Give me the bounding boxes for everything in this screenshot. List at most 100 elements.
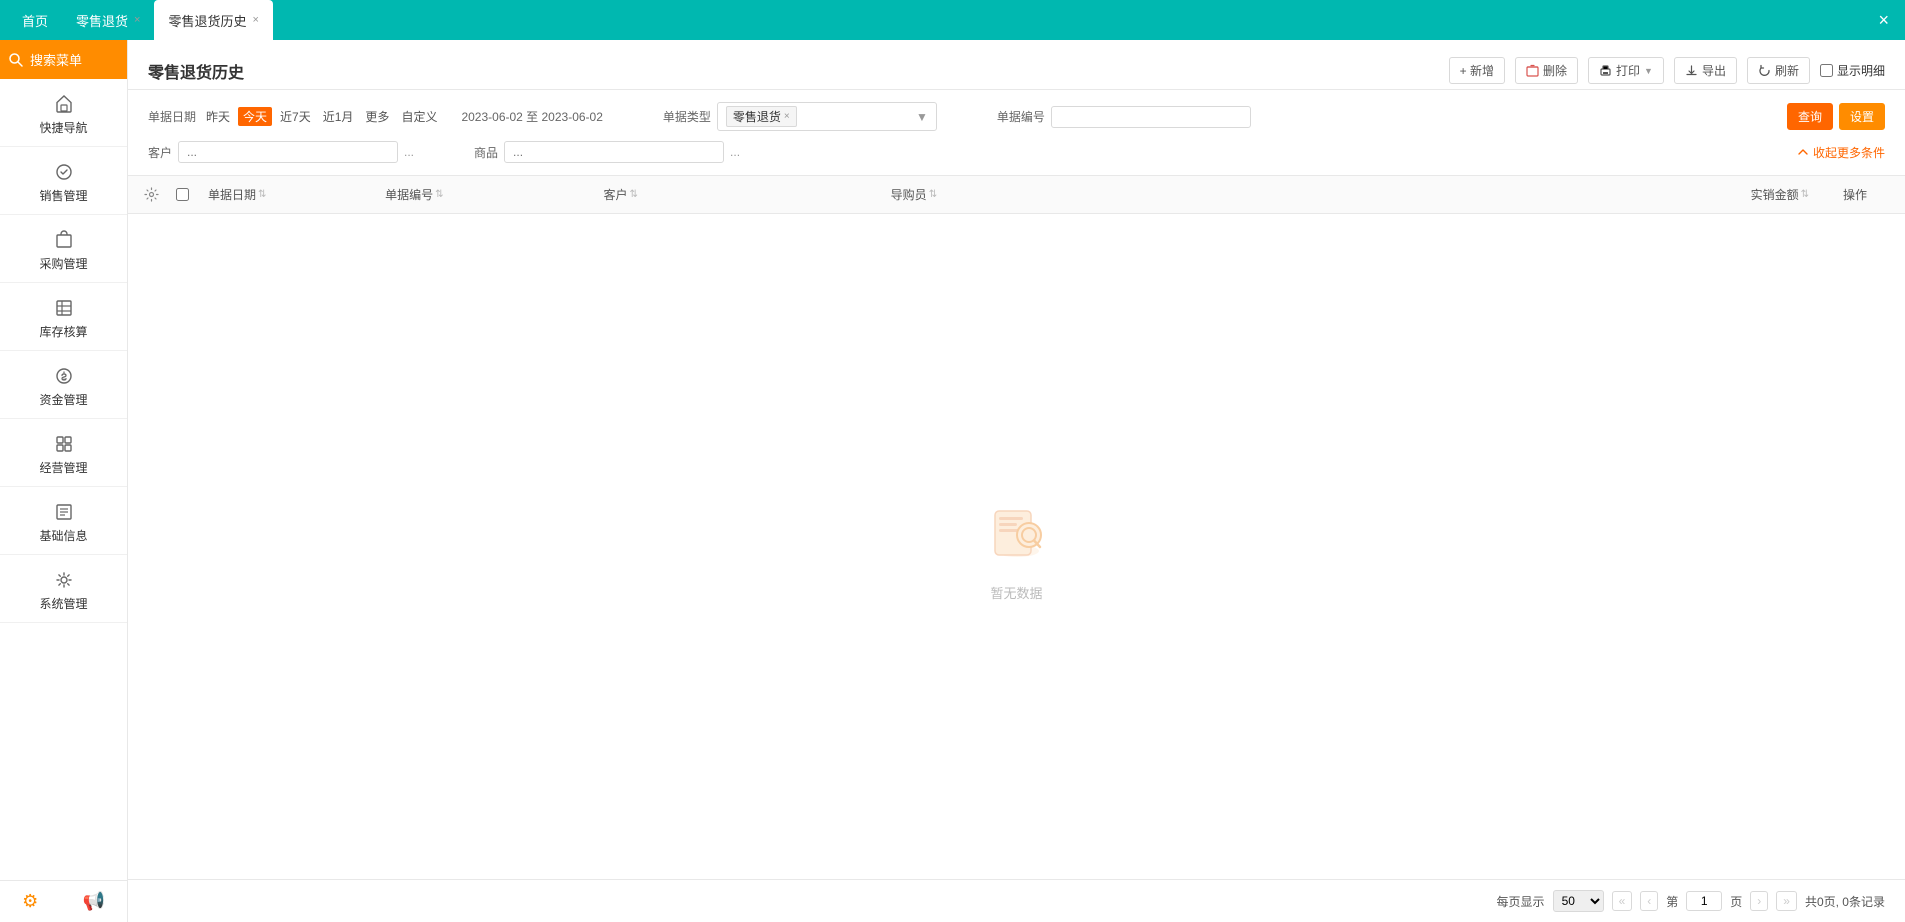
per-page-label: 每页显示: [1497, 893, 1545, 910]
bill-no-input[interactable]: [1051, 106, 1251, 128]
pagination-summary: 共0页, 0条记录: [1805, 893, 1885, 910]
bill-type-tag-close[interactable]: ×: [784, 111, 790, 122]
select-all-checkbox[interactable]: [176, 188, 189, 201]
window-close-button[interactable]: ×: [1870, 10, 1897, 31]
delete-button[interactable]: 删除: [1515, 57, 1578, 84]
customer-dots[interactable]: ...: [404, 145, 414, 159]
date-opt-1month[interactable]: 近1月: [319, 107, 358, 126]
date-opt-7days[interactable]: 近7天: [276, 107, 315, 126]
header-actions: + 新增 删除 打印 ▼ 导出 刷新: [1449, 57, 1885, 84]
first-page-button[interactable]: «: [1612, 891, 1633, 911]
filter-area: 单据日期 昨天 今天 近7天 近1月 更多 自定义 2023-06-02 至 2…: [128, 90, 1905, 176]
home-icon: [53, 93, 75, 115]
sidebar-item-finance[interactable]: 资金管理: [0, 351, 127, 419]
tab-retail-return-history[interactable]: 零售退货历史 ×: [154, 0, 272, 40]
sidebar-search-label: 搜索菜单: [30, 50, 82, 69]
finance-icon: [53, 365, 75, 387]
basic-info-icon: [53, 501, 75, 523]
th-bill-no[interactable]: 单据编号 ⇅: [379, 178, 597, 211]
filter-row-1: 单据日期 昨天 今天 近7天 近1月 更多 自定义 2023-06-02 至 2…: [148, 102, 1885, 131]
th-date[interactable]: 单据日期 ⇅: [202, 178, 379, 211]
export-button-label: 导出: [1702, 62, 1726, 79]
tab-retail-return-history-close[interactable]: ×: [252, 14, 258, 26]
top-bar: 首页 零售退货 × 零售退货历史 × ×: [0, 0, 1905, 40]
tab-retail-return-label: 零售退货: [76, 11, 128, 30]
prev-page-button[interactable]: ‹: [1640, 891, 1658, 911]
tab-retail-return[interactable]: 零售退货 ×: [62, 0, 154, 40]
sidebar-speaker-icon[interactable]: 📢: [82, 891, 104, 912]
th-amount[interactable]: 实销金额 ⇅: [1665, 178, 1815, 211]
sidebar-item-quick-nav[interactable]: 快捷导航: [0, 79, 127, 147]
tab-home-label: 首页: [22, 11, 48, 30]
inventory-icon: [53, 297, 75, 319]
sidebar-search[interactable]: 搜索菜单: [0, 40, 127, 79]
refresh-button[interactable]: 刷新: [1747, 57, 1810, 84]
sidebar-item-purchase-mgmt[interactable]: 采购管理: [0, 215, 127, 283]
goods-dots[interactable]: ...: [730, 145, 740, 159]
empty-icon: [977, 491, 1057, 571]
th-checkbox[interactable]: [170, 180, 202, 209]
th-guide[interactable]: 导购员 ⇅: [885, 178, 1103, 211]
date-opt-today[interactable]: 今天: [238, 107, 272, 126]
sidebar-item-system-mgmt-label: 系统管理: [39, 595, 87, 612]
refresh-button-label: 刷新: [1775, 62, 1799, 79]
date-opt-custom[interactable]: 自定义: [397, 107, 441, 126]
empty-text: 暂无数据: [990, 583, 1042, 602]
date-opt-more[interactable]: 更多: [361, 107, 393, 126]
th-action-label: 操作: [1843, 186, 1867, 203]
page-title: 零售退货历史: [148, 59, 244, 83]
add-button[interactable]: + 新增: [1449, 57, 1505, 84]
settings-button[interactable]: 设置: [1839, 103, 1885, 130]
th-guide-label: 导购员: [891, 186, 927, 203]
tab-home[interactable]: 首页: [8, 0, 62, 40]
goods-label: 商品: [474, 144, 498, 161]
date-filter: 单据日期 昨天 今天 近7天 近1月 更多 自定义: [148, 107, 441, 126]
date-range-value: 2023-06-02 至 2023-06-02: [461, 108, 602, 125]
th-settings[interactable]: [138, 179, 170, 210]
bill-type-label: 单据类型: [663, 108, 711, 125]
collapse-button-label: 收起更多条件: [1813, 144, 1885, 161]
sidebar-item-sales-mgmt[interactable]: 销售管理: [0, 147, 127, 215]
last-page-button[interactable]: »: [1776, 891, 1797, 911]
customer-input[interactable]: [178, 141, 398, 163]
bill-type-tag-label: 零售退货: [733, 108, 781, 125]
per-page-select[interactable]: 50 10 20 100: [1553, 890, 1604, 912]
export-button[interactable]: 导出: [1674, 57, 1737, 84]
purchase-icon: [53, 229, 75, 251]
sidebar-item-basic-info[interactable]: 基础信息: [0, 487, 127, 555]
sidebar-bottom: ⚙ 📢: [0, 880, 127, 922]
tab-retail-return-close[interactable]: ×: [134, 14, 140, 26]
page-number-input[interactable]: 1: [1686, 891, 1722, 911]
print-button[interactable]: 打印 ▼: [1588, 57, 1664, 84]
content-area: 零售退货历史 + 新增 删除 打印 ▼ 导出 刷新: [128, 40, 1905, 922]
sidebar-item-system-mgmt[interactable]: 系统管理: [0, 555, 127, 623]
sidebar-item-purchase-mgmt-label: 采购管理: [39, 255, 87, 272]
sidebar-item-operations-label: 经营管理: [39, 459, 87, 476]
th-customer-label: 客户: [604, 186, 628, 203]
date-options: 昨天 今天 近7天 近1月 更多 自定义: [202, 107, 441, 126]
sidebar-gear-icon[interactable]: ⚙: [22, 891, 38, 912]
query-button[interactable]: 查询: [1787, 103, 1833, 130]
date-filter-label: 单据日期: [148, 108, 196, 125]
operations-icon: [53, 433, 75, 455]
sidebar-item-inventory[interactable]: 库存核算: [0, 283, 127, 351]
th-customer[interactable]: 客户 ⇅: [598, 178, 885, 211]
refresh-icon: [1758, 64, 1771, 77]
date-opt-yesterday[interactable]: 昨天: [202, 107, 234, 126]
customer-label: 客户: [148, 144, 172, 161]
tab-retail-return-history-label: 零售退货历史: [168, 11, 246, 30]
show-detail-checkbox[interactable]: [1820, 64, 1833, 77]
show-detail-checkbox-label[interactable]: 显示明细: [1820, 62, 1885, 79]
empty-state: 暂无数据: [128, 214, 1905, 879]
collapse-button[interactable]: 收起更多条件: [1797, 144, 1885, 161]
bill-type-select[interactable]: 零售退货 × ▼: [717, 102, 937, 131]
settings-icon: [144, 187, 159, 202]
sidebar-item-operations[interactable]: 经营管理: [0, 419, 127, 487]
th-guide-sort: ⇅: [929, 189, 937, 200]
print-dropdown-icon: ▼: [1644, 66, 1653, 76]
goods-input[interactable]: [504, 141, 724, 163]
delete-button-label: 删除: [1543, 62, 1567, 79]
next-page-button[interactable]: ›: [1750, 891, 1768, 911]
th-bill-no-sort: ⇅: [435, 189, 443, 200]
sidebar-item-quick-nav-label: 快捷导航: [39, 119, 87, 136]
